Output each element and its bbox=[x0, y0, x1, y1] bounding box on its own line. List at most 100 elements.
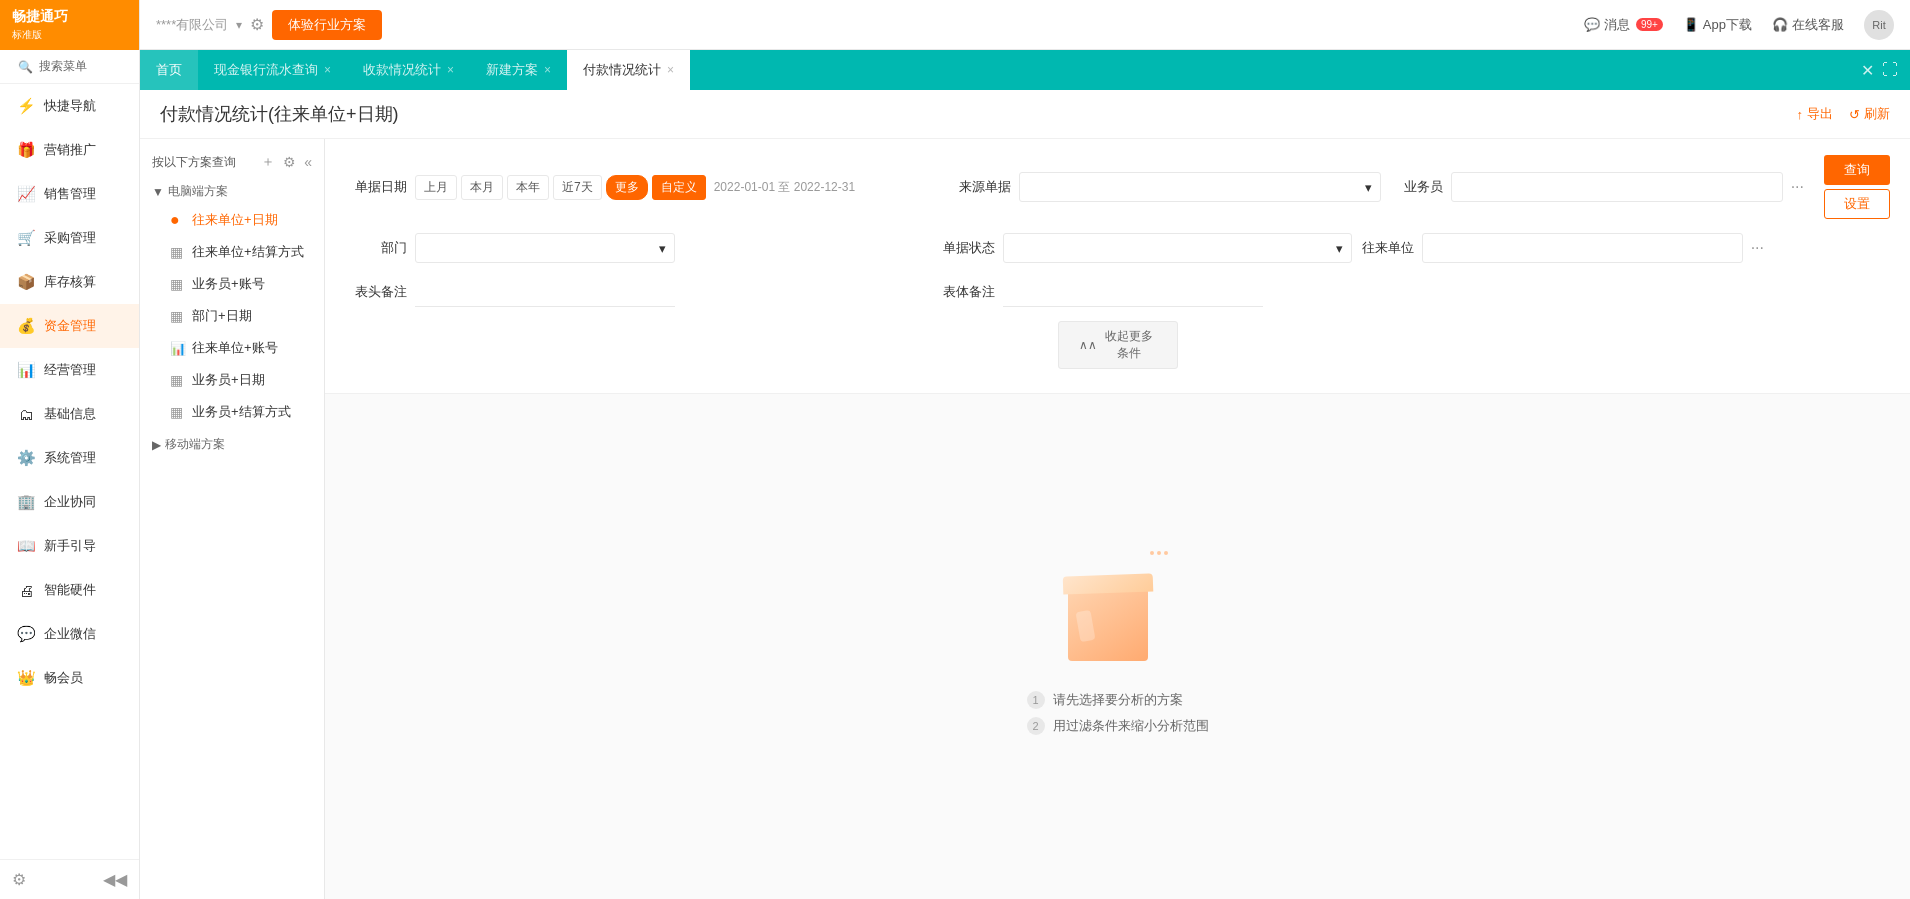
dept-label: 部门 bbox=[345, 239, 415, 257]
sidebar-logo: 畅捷通巧 标准版 bbox=[0, 0, 139, 50]
scheme-item-staff-settle[interactable]: ▦ 业务员+结算方式 bbox=[140, 396, 324, 428]
tab-close-all-icon[interactable]: ✕ bbox=[1861, 61, 1874, 80]
scheme-item-staff-date[interactable]: ▦ 业务员+日期 bbox=[140, 364, 324, 396]
query-button[interactable]: 查询 bbox=[1824, 155, 1890, 185]
partner-more-icon[interactable]: ··· bbox=[1743, 239, 1772, 257]
sidebar-item-sales[interactable]: 📈 销售管理 bbox=[0, 172, 139, 216]
content-area: 按以下方案查询 ＋ ⚙ « ▼ 电脑端方案 ● 往来单位+日期 ▦ 往来单位+ bbox=[140, 139, 1910, 899]
tab-receipts[interactable]: 收款情况统计 × bbox=[347, 50, 470, 90]
date-btn-this-year[interactable]: 本年 bbox=[507, 175, 549, 200]
sidebar-item-guide[interactable]: 📖 新手引导 bbox=[0, 524, 139, 568]
scheme-item-dept-date[interactable]: ▦ 部门+日期 bbox=[140, 300, 324, 332]
tab-fullscreen-icon[interactable]: ⛶ bbox=[1882, 61, 1898, 79]
scheme-label: 业务员+账号 bbox=[192, 275, 265, 293]
header-note-input[interactable] bbox=[415, 277, 675, 307]
date-btn-last-7days[interactable]: 近7天 bbox=[553, 175, 602, 200]
empty-step-2: 2 用过滤条件来缩小分析范围 bbox=[1027, 717, 1209, 735]
trial-button[interactable]: 体验行业方案 bbox=[272, 10, 382, 40]
sidebar-item-enterprise[interactable]: 🏢 企业协同 bbox=[0, 480, 139, 524]
source-select[interactable]: ▾ bbox=[1019, 172, 1380, 202]
topbar-settings-icon[interactable]: ⚙ bbox=[250, 15, 264, 34]
scheme-label: 业务员+日期 bbox=[192, 371, 265, 389]
partner-select[interactable] bbox=[1422, 233, 1742, 263]
dropdown-arrow-icon[interactable]: ▾ bbox=[236, 18, 242, 32]
export-button[interactable]: ↑ 导出 bbox=[1797, 105, 1834, 123]
company-name: ****有限公司 bbox=[156, 16, 228, 34]
dept-dropdown-icon: ▾ bbox=[659, 241, 666, 256]
avatar[interactable]: Rit bbox=[1864, 10, 1894, 40]
settings-button[interactable]: 设置 bbox=[1824, 189, 1890, 219]
scheme-icon-4: 📊 bbox=[170, 341, 186, 356]
hardware-icon: 🖨 bbox=[16, 580, 36, 600]
app-download-button[interactable]: 📱 App下载 bbox=[1683, 16, 1752, 34]
filter-source-col: 来源单据 ▾ bbox=[949, 172, 1380, 202]
collapse-sidebar-icon[interactable]: ◀◀ bbox=[103, 870, 127, 889]
settings-bottom-icon[interactable]: ⚙ bbox=[12, 870, 26, 889]
date-btn-more[interactable]: 更多 bbox=[606, 175, 648, 200]
sidebar-item-quick-nav[interactable]: ⚡ 快捷导航 bbox=[0, 84, 139, 128]
tab-payments[interactable]: 付款情况统计 × bbox=[567, 50, 690, 90]
mobile-arrow-icon: ▶ bbox=[152, 438, 161, 452]
collapse-button[interactable]: ∧∧ 收起更多条件 bbox=[1058, 321, 1178, 369]
tabbar-controls: ✕ ⛶ bbox=[1861, 61, 1910, 80]
sidebar-item-hardware[interactable]: 🖨 智能硬件 bbox=[0, 568, 139, 612]
staff-more-icon[interactable]: ··· bbox=[1783, 178, 1812, 196]
add-scheme-icon[interactable]: ＋ bbox=[261, 153, 275, 171]
topbar-left: ****有限公司 ▾ ⚙ 体验行业方案 bbox=[156, 10, 382, 40]
date-btn-custom[interactable]: 自定义 bbox=[652, 175, 706, 200]
sidebar-item-basic[interactable]: 🗂 基础信息 bbox=[0, 392, 139, 436]
scheme-active-icon: ● bbox=[170, 211, 186, 229]
filter-row-3: 表头备注 表体备注 bbox=[345, 277, 1890, 307]
scheme-item-staff-account[interactable]: ▦ 业务员+账号 bbox=[140, 268, 324, 300]
sidebar-item-label: 营销推广 bbox=[44, 141, 96, 159]
tab-bank-close-icon[interactable]: × bbox=[324, 63, 331, 77]
sidebar-item-label: 新手引导 bbox=[44, 537, 96, 555]
inventory-icon: 📦 bbox=[16, 272, 36, 292]
sidebar-search[interactable]: 🔍 搜索菜单 bbox=[0, 50, 139, 84]
sidebar-item-label: 销售管理 bbox=[44, 185, 96, 203]
tab-home[interactable]: 首页 bbox=[140, 50, 198, 90]
search-label: 搜索菜单 bbox=[39, 58, 87, 75]
scheme-label: 往来单位+结算方式 bbox=[192, 243, 304, 261]
scheme-settings-icon[interactable]: ⚙ bbox=[283, 154, 296, 170]
sidebar-item-marketing[interactable]: 🎁 营销推广 bbox=[0, 128, 139, 172]
collapse-panel-icon[interactable]: « bbox=[304, 154, 312, 170]
header-note-label: 表头备注 bbox=[345, 283, 415, 301]
staff-select[interactable] bbox=[1451, 172, 1783, 202]
sidebar-item-member[interactable]: 👑 畅会员 bbox=[0, 656, 139, 700]
dept-select[interactable]: ▾ bbox=[415, 233, 675, 263]
service-icon: 🎧 bbox=[1772, 17, 1788, 32]
refresh-button[interactable]: ↺ 刷新 bbox=[1849, 105, 1890, 123]
left-panel: 按以下方案查询 ＋ ⚙ « ▼ 电脑端方案 ● 往来单位+日期 ▦ 往来单位+ bbox=[140, 139, 325, 899]
mobile-group-title[interactable]: ▶ 移动端方案 bbox=[140, 432, 324, 457]
scheme-item-partner-date[interactable]: ● 往来单位+日期 bbox=[140, 204, 324, 236]
tab-bank[interactable]: 现金银行流水查询 × bbox=[198, 50, 347, 90]
app-icon: 📱 bbox=[1683, 17, 1699, 32]
filter-body-note-col: 表体备注 bbox=[933, 277, 1353, 307]
sidebar-nav: ⚡ 快捷导航 🎁 营销推广 📈 销售管理 🛒 采购管理 📦 库存核算 💰 资金管… bbox=[0, 84, 139, 859]
date-btn-this-month[interactable]: 本月 bbox=[461, 175, 503, 200]
sidebar-item-inventory[interactable]: 📦 库存核算 bbox=[0, 260, 139, 304]
date-btn-last-month[interactable]: 上月 bbox=[415, 175, 457, 200]
voucher-select[interactable]: ▾ bbox=[1003, 233, 1353, 263]
scheme-item-partner-settle[interactable]: ▦ 往来单位+结算方式 bbox=[140, 236, 324, 268]
sidebar-item-system[interactable]: ⚙️ 系统管理 bbox=[0, 436, 139, 480]
collapse-icon: ∧∧ bbox=[1079, 338, 1097, 352]
messages-button[interactable]: 💬 消息 99+ bbox=[1584, 16, 1663, 34]
scheme-item-partner-account[interactable]: 📊 往来单位+账号 bbox=[140, 332, 324, 364]
collapse-row: ∧∧ 收起更多条件 bbox=[345, 321, 1890, 393]
source-label: 来源单据 bbox=[949, 178, 1019, 196]
tab-new-scheme-close-icon[interactable]: × bbox=[544, 63, 551, 77]
sidebar-item-weixin[interactable]: 💬 企业微信 bbox=[0, 612, 139, 656]
sidebar-item-label: 经营管理 bbox=[44, 361, 96, 379]
tab-payments-close-icon[interactable]: × bbox=[667, 63, 674, 77]
body-note-input[interactable] bbox=[1003, 277, 1263, 307]
tab-receipts-close-icon[interactable]: × bbox=[447, 63, 454, 77]
empty-state: 1 请先选择要分析的方案 2 用过滤条件来缩小分析范围 bbox=[325, 394, 1910, 899]
online-service-button[interactable]: 🎧 在线客服 bbox=[1772, 16, 1844, 34]
tab-new-scheme[interactable]: 新建方案 × bbox=[470, 50, 567, 90]
sidebar-item-finance[interactable]: 💰 资金管理 bbox=[0, 304, 139, 348]
sidebar-item-operation[interactable]: 📊 经营管理 bbox=[0, 348, 139, 392]
sidebar-item-label: 基础信息 bbox=[44, 405, 96, 423]
sidebar-item-purchase[interactable]: 🛒 采购管理 bbox=[0, 216, 139, 260]
